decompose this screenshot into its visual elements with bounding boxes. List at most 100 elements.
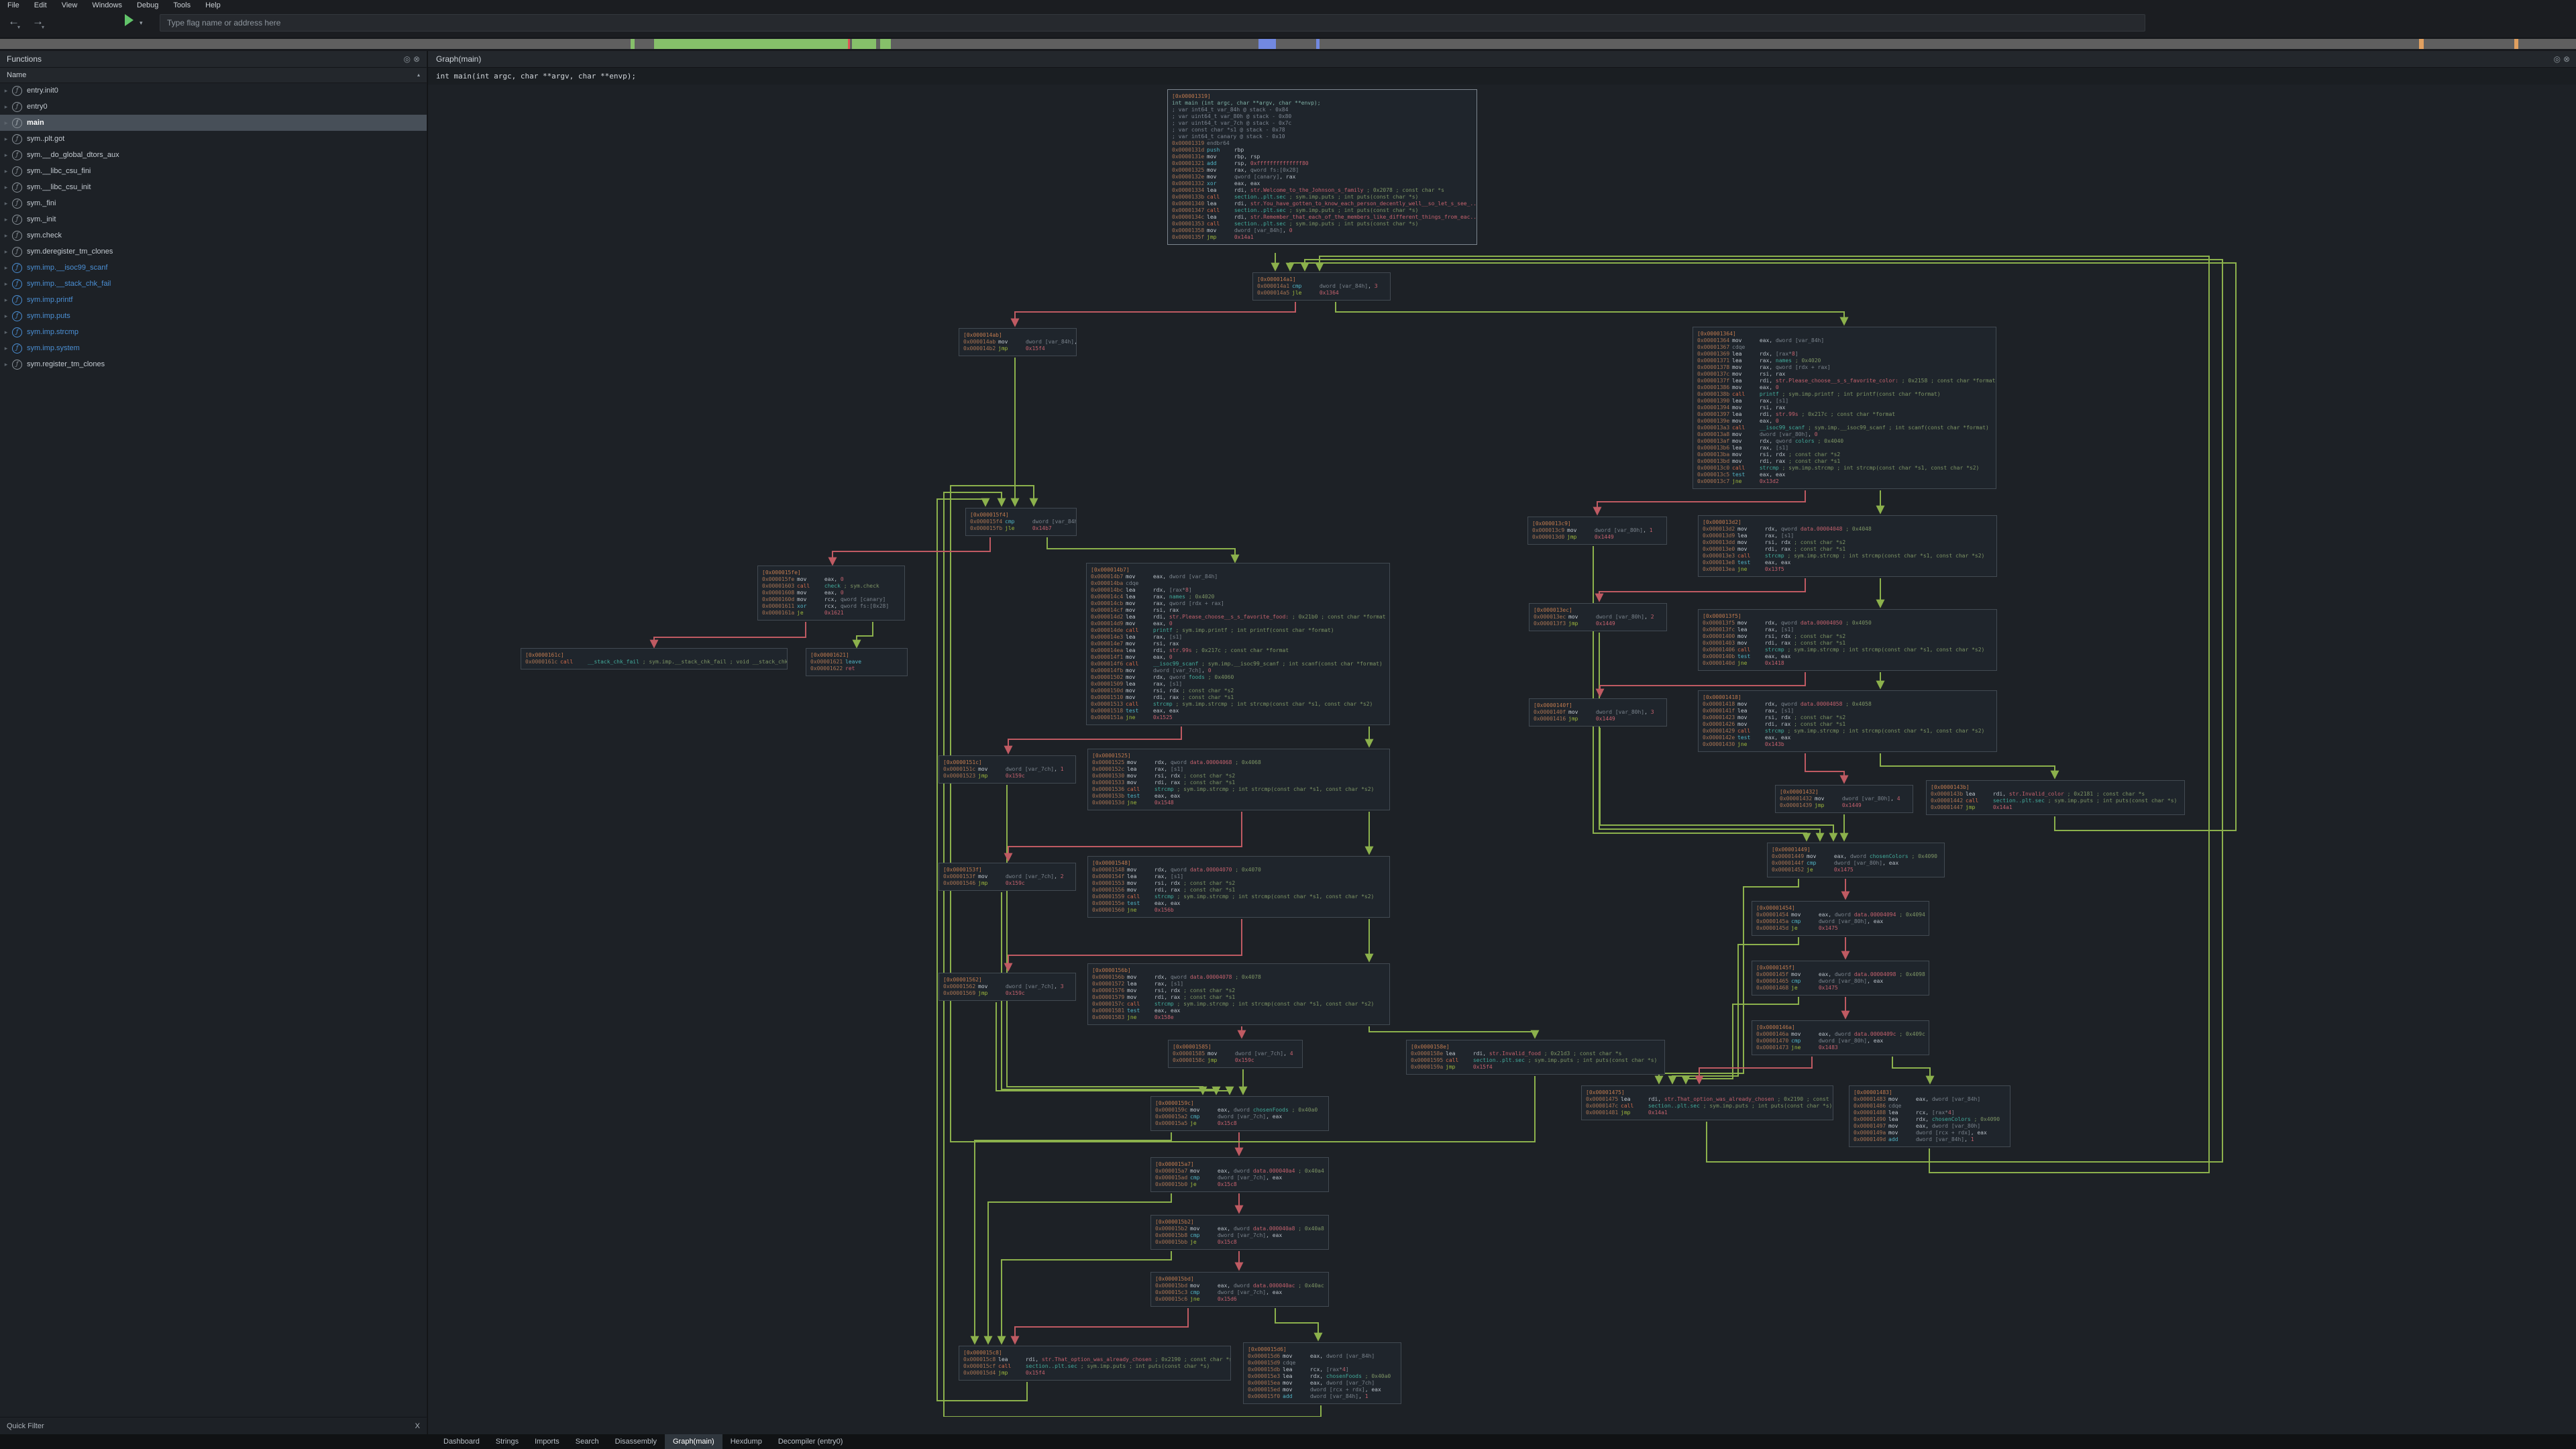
asm-line[interactable]: 0x00001611 xor rcx, qword fs:[0x28] [762,603,900,610]
asm-line[interactable]: 0x0000142e test eax, eax [1703,735,1992,741]
asm-line[interactable]: 0x00001449 mov eax, dword chosenColors ; … [1772,853,1940,860]
asm-line[interactable]: 0x0000137c mov rsi, rax [1697,371,1992,378]
asm-line[interactable]: 0x00001418 mov rdx, qword data.00004058 ;… [1703,701,1992,708]
asm-line[interactable]: 0x000014b7 mov eax, dword [var_84h] [1091,574,1385,580]
graph-block-0x000015fe[interactable]: [0x000015fe] 0x000015fe mov eax, 0 0x000016… [757,566,905,621]
asm-line[interactable]: 0x000015b2 mov eax, dword data.000040a8 ;… [1155,1226,1324,1232]
function-item-sym._init[interactable]: ▸ ƒ sym._init [0,211,427,227]
asm-line[interactable]: 0x000015ad cmp dword [var_7ch], eax [1155,1175,1324,1181]
asm-line[interactable]: 0x00001569 jmp 0x159c [943,990,1071,997]
graph-block-0x000014a1[interactable]: [0x000014a1] 0x000014a1 cmp dword [var_84h… [1252,272,1391,301]
expand-caret-icon[interactable]: ▸ [0,168,12,175]
asm-line[interactable]: 0x00001400 mov rsi, rdx ; const char *s2 [1703,633,1992,640]
functions-panel-icons[interactable]: ◎⊗ [403,51,423,67]
asm-line[interactable]: 0x00001585 mov dword [var_7ch], 4 [1173,1051,1298,1057]
tab-Strings[interactable]: Strings [488,1434,527,1449]
asm-line[interactable]: 0x000013e3 call strcmp ; sym.imp.strcmp ;… [1703,553,1992,559]
menu-file[interactable]: File [0,0,27,11]
function-item-sym.imp.__stack_chk_fail[interactable]: ▸ ƒ sym.imp.__stack_chk_fail [0,276,427,292]
asm-line[interactable]: 0x000015b8 cmp dword [var_7ch], eax [1155,1232,1324,1239]
asm-line[interactable]: 0x000013dd mov rsi, rdx ; const char *s2 [1703,539,1992,546]
graph-block-0x000014ab[interactable]: [0x000014ab] 0x000014ab mov dword [var_84h… [959,328,1077,356]
asm-line[interactable]: 0x00001390 lea rax, [s1] [1697,398,1992,405]
asm-line[interactable]: 0x000015fb jle 0x14b7 [970,525,1072,532]
asm-line[interactable]: 0x00001364 mov eax, dword [var_84h] [1697,337,1992,344]
expand-caret-icon[interactable]: ▸ [0,280,12,288]
asm-line[interactable]: 0x000014ea lea rdi, str.99s ; 0x217c ; co… [1091,647,1385,654]
asm-line[interactable]: 0x0000151c mov dword [var_7ch], 1 [943,766,1071,773]
asm-line[interactable]: 0x00001367 cdqe [1697,344,1992,351]
asm-line[interactable]: 0x00001513 call strcmp ; sym.imp.strcmp ;… [1091,701,1385,708]
function-item-sym.deregister_tm_clones[interactable]: ▸ ƒ sym.deregister_tm_clones [0,244,427,260]
function-item-main[interactable]: ▸ ƒ main [0,115,427,131]
asm-line[interactable]: 0x00001426 mov rdi, rax ; const char *s1 [1703,721,1992,728]
asm-line[interactable]: 0x00001502 mov rdx, qword foods ; 0x4060 [1091,674,1385,681]
asm-line[interactable]: 0x00001608 mov eax, 0 [762,590,900,596]
asm-line[interactable]: 0x000013d0 jmp 0x1449 [1532,534,1662,541]
graph-block-0x000013ec[interactable]: [0x000013ec] 0x000013ec mov dword [var_80h… [1529,603,1667,631]
asm-line[interactable]: 0x0000156b mov rdx, qword data.00004078 ;… [1092,974,1385,981]
expand-caret-icon[interactable]: ▸ [0,216,12,223]
asm-line[interactable]: 0x000013ec mov dword [var_80h], 2 [1534,614,1662,621]
tab-Hexdump[interactable]: Hexdump [722,1434,770,1449]
asm-line[interactable]: 0x00001548 mov rdx, qword data.00004070 ;… [1092,867,1385,873]
asm-line[interactable]: 0x00001553 mov rsi, rdx ; const char *s2 [1092,880,1385,887]
graph-panel-icons[interactable]: ◎⊗ [2553,51,2573,67]
asm-line[interactable]: 0x00001371 lea rax, names ; 0x4020 [1697,358,1992,364]
asm-line[interactable]: 0x0000140f mov dword [var_80h], 3 [1534,709,1662,716]
asm-line[interactable]: 0x000015a5 je 0x15c8 [1155,1120,1324,1127]
graph-block-0x00001364[interactable]: [0x00001364] 0x00001364 mov eax, dword [va… [1693,327,1996,489]
asm-line[interactable]: 0x00001481 jmp 0x14a1 [1586,1110,1829,1116]
asm-line[interactable]: 0x00001603 call check ; sym.check [762,583,900,590]
asm-line[interactable]: 0x000013c9 mov dword [var_80h], 1 [1532,527,1662,534]
function-item-sym._fini[interactable]: ▸ ƒ sym._fini [0,195,427,211]
function-item-sym.__libc_csu_fini[interactable]: ▸ ƒ sym.__libc_csu_fini [0,163,427,179]
asm-line[interactable]: 0x00001475 lea rdi, str.That_option_was_a… [1586,1096,1833,1103]
asm-line[interactable]: 0x000014de call printf ; sym.imp.printf ;… [1091,627,1385,634]
tab-Imports[interactable]: Imports [527,1434,568,1449]
asm-line[interactable]: 0x0000149d add dword [var_84h], 1 [1854,1136,2006,1143]
asm-line[interactable]: 0x000015cf call section..plt.sec ; sym.im… [963,1363,1226,1370]
tab-Graph(main)[interactable]: Graph(main) [664,1434,722,1449]
asm-line[interactable]: 0x0000131e mov rbp, rsp [1172,154,1472,160]
asm-line[interactable]: 0x0000132e mov qword [canary], rax [1172,174,1472,180]
asm-line[interactable]: 0x0000152c lea rax, [s1] [1092,766,1385,773]
asm-line[interactable]: 0x00001621 leave [810,659,903,665]
graph-block-0x00001548[interactable]: [0x00001548] 0x00001548 mov rdx, qword dat… [1087,856,1390,918]
asm-line[interactable]: 0x0000134c lea rdi, str.Remember_that_eac… [1172,214,1477,221]
asm-line[interactable]: 0x0000147c call section..plt.sec ; sym.im… [1586,1103,1832,1110]
graph-block-0x00001319[interactable]: [0x00001319] int main (int argc, char **a… [1167,89,1477,245]
graph-block-0x0000140f[interactable]: [0x0000140f] 0x0000140f mov dword [var_80h… [1529,698,1667,727]
asm-line[interactable]: 0x00001325 mov rax, qword fs:[0x28] [1172,167,1472,174]
asm-line[interactable]: 0x000014d9 mov eax, 0 [1091,621,1385,627]
asm-line[interactable]: 0x00001454 mov eax, dword data.00004094 ;… [1756,912,1925,918]
asm-line[interactable]: 0x00001397 lea rdi, str.99s ; 0x217c ; co… [1697,411,1992,418]
asm-line[interactable]: 0x000015bd mov eax, dword data.000040ac ;… [1155,1283,1324,1289]
asm-line[interactable]: 0x000015a2 cmp dword [var_7ch], eax [1155,1114,1324,1120]
asm-line[interactable]: 0x000013fc lea rax, [s1] [1703,627,1992,633]
asm-line[interactable]: 0x00001488 lea rcx, [rax*4] [1854,1110,2006,1116]
asm-line[interactable]: 0x00001583 jne 0x158e [1092,1014,1385,1021]
asm-line[interactable]: 0x000015e3 lea rdx, chosenFoods ; 0x40a0 [1248,1373,1397,1380]
asm-line[interactable]: 0x00001546 jmp 0x159c [943,880,1071,887]
forward-caret-icon[interactable]: ▾ [42,24,44,30]
expand-caret-icon[interactable]: ▸ [0,200,12,207]
asm-line[interactable]: 0x00001429 call strcmp ; sym.imp.strcmp ;… [1703,728,1992,735]
asm-line[interactable]: 0x0000157c call strcmp ; sym.imp.strcmp ;… [1092,1001,1385,1008]
asm-line[interactable]: 0x000015d4 jmp 0x15f4 [963,1370,1226,1377]
debug-options-caret-icon[interactable]: ▾ [140,19,143,27]
expand-caret-icon[interactable]: ▸ [0,361,12,368]
asm-line[interactable]: 0x000014e7 mov rsi, rax [1091,641,1385,647]
asm-line[interactable]: 0x00001432 mov dword [var_80h], 4 [1780,796,1909,802]
expand-caret-icon[interactable]: ▸ [0,232,12,239]
expand-caret-icon[interactable]: ▸ [0,136,12,143]
asm-line[interactable]: 0x000014c4 lea rax, names ; 0x4020 [1091,594,1385,600]
asm-line[interactable]: 0x00001530 mov rsi, rdx ; const char *s2 [1092,773,1385,780]
sort-arrow-icon[interactable]: ▴ [417,68,420,83]
asm-line[interactable]: 0x000015db lea rcx, [rax*4] [1248,1366,1397,1373]
function-item-sym.imp.__isoc99_scanf[interactable]: ▸ ƒ sym.imp.__isoc99_scanf [0,260,427,276]
expand-caret-icon[interactable]: ▸ [0,152,12,159]
asm-line[interactable]: 0x00001430 jne 0x143b [1703,741,1992,748]
asm-line[interactable]: 0x000014a5 jle 0x1364 [1257,290,1386,297]
asm-line[interactable]: 0x00001353 call section..plt.sec ; sym.im… [1172,221,1472,227]
